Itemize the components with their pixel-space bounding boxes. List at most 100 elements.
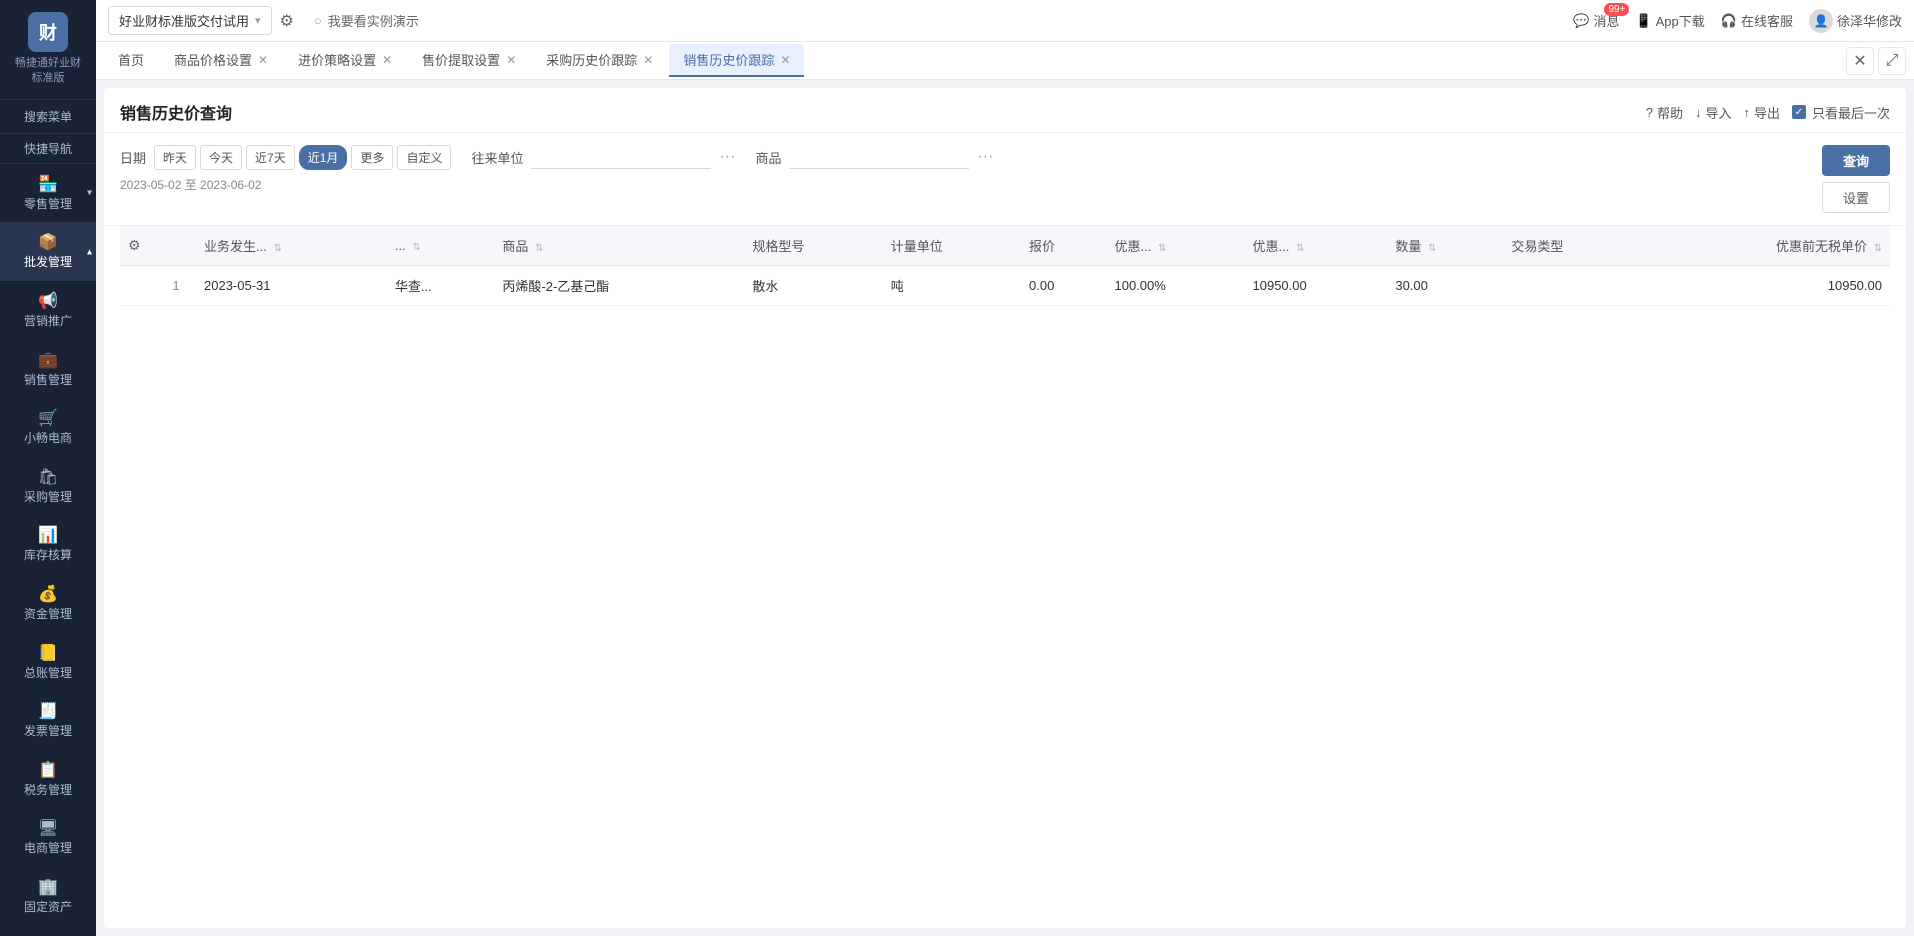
tab-price-strategy-close[interactable]: ✕ (382, 53, 392, 67)
notification-badge: 99+ (1604, 3, 1629, 16)
date-yesterday-btn[interactable]: 昨天 (154, 145, 196, 170)
date-last1m-btn[interactable]: 近1月 (299, 145, 348, 170)
col-discount-val-label: 优惠... (1253, 239, 1290, 254)
pretax-price-sort-icon[interactable]: ⇅ (1874, 243, 1882, 254)
product-sort-icon[interactable]: ⇅ (535, 243, 543, 254)
sidebar-item-tax[interactable]: 📋 税务管理 (0, 750, 96, 809)
export-button[interactable]: ↑ 导出 (1743, 103, 1780, 122)
col-biz-date-header[interactable]: 业务发生... ⇅ (196, 226, 387, 266)
sidebar-item-invoice[interactable]: 🧾 发票管理 (0, 691, 96, 750)
notification-button[interactable]: 💬 消息 99+ (1573, 11, 1619, 30)
date-filter-group: 日期 昨天 今天 近7天 近1月 更多 自定义 2023-05-02 至 202… (120, 145, 451, 193)
sidebar-item-finance[interactable]: 💰 资金管理 (0, 574, 96, 633)
source-unit-input[interactable] (531, 145, 711, 169)
col-discount-val-header[interactable]: 优惠... ⇅ (1245, 226, 1388, 266)
sidebar-item-payroll[interactable]: 💵 工资 (0, 926, 96, 936)
topbar-right: 💬 消息 99+ 📱 App下载 🎧 在线客服 👤 徐泽华修改 (1573, 9, 1902, 33)
topbar-gear-icon[interactable]: ⚙ (280, 11, 294, 31)
product-input[interactable] (789, 145, 969, 169)
col-price-header: 报价 (1021, 226, 1106, 266)
wholesale-icon: 📦 (38, 232, 58, 252)
invoice-icon: 🧾 (38, 701, 58, 721)
retail-expand-arrow: ▾ (87, 188, 92, 199)
discount-pct-sort-icon[interactable]: ⇅ (1158, 243, 1166, 254)
sidebar-item-label-invoice: 发票管理 (24, 724, 72, 740)
col-settings-header[interactable]: ⚙ (120, 226, 156, 266)
col-trans-type-header: 交易类型 (1503, 226, 1641, 266)
qty-sort-icon[interactable]: ⇅ (1428, 243, 1436, 254)
sidebar-item-wholesale[interactable]: 📦 批发管理 ▴ (0, 222, 96, 281)
more-sort-icon[interactable]: ⇅ (412, 242, 420, 253)
row-product-cell: 丙烯酸-2-乙基己酯 (494, 266, 744, 306)
date-filter-label: 日期 (120, 148, 146, 167)
online-service-button[interactable]: 🎧 在线客服 (1721, 11, 1793, 30)
ledger-icon: 📒 (38, 643, 58, 663)
app-logo-text: 畅捷通好业财 标准版 (15, 56, 81, 87)
tab-price-strategy[interactable]: 进价策略设置 ✕ (284, 44, 406, 77)
row-unit-cell: 吨 (883, 266, 1021, 306)
col-pretax-price-header[interactable]: 优惠前无税单价 ⇅ (1642, 226, 1890, 266)
import-button[interactable]: ↓ 导入 (1695, 103, 1732, 122)
date-today-btn[interactable]: 今天 (200, 145, 242, 170)
col-pretax-price-label: 优惠前无税单价 (1776, 239, 1867, 254)
row-settings-cell[interactable] (120, 266, 156, 306)
discount-val-sort-icon[interactable]: ⇅ (1296, 243, 1304, 254)
module-selector[interactable]: 好业财标准版交付试用 ▾ (108, 6, 272, 35)
tab-close-window-button[interactable]: ✕ (1846, 47, 1874, 75)
tab-home[interactable]: 首页 (104, 44, 158, 77)
tab-product-price[interactable]: 商品价格设置 ✕ (160, 44, 282, 77)
help-button[interactable]: ? 帮助 (1646, 103, 1683, 122)
source-unit-filter: 往来单位 ··· (471, 145, 735, 169)
settings-gear-icon[interactable]: ⚙ (128, 237, 141, 253)
date-custom-btn[interactable]: 自定义 (397, 145, 451, 170)
help-label: 帮助 (1657, 103, 1683, 122)
row-discount-val-cell: 10950.00 (1245, 266, 1388, 306)
import-label: 导入 (1705, 103, 1731, 122)
sidebar-item-label-wholesale: 批发管理 (24, 255, 72, 271)
product-filter: 商品 ··· (755, 145, 993, 169)
date-more-btn[interactable]: 更多 (351, 145, 393, 170)
sidebar-item-ledger[interactable]: 📒 总账管理 (0, 633, 96, 692)
tab-sales-history[interactable]: 销售历史价跟踪 ✕ (669, 44, 804, 77)
tab-purchase-history[interactable]: 采购历史价跟踪 ✕ (532, 44, 667, 77)
tab-sale-price[interactable]: 售价提取设置 ✕ (408, 44, 530, 77)
topbar-demo-link[interactable]: ○ 我要看实例演示 (314, 11, 419, 30)
tab-purchase-history-close[interactable]: ✕ (643, 53, 653, 67)
col-qty-header[interactable]: 数量 ⇅ (1387, 226, 1503, 266)
biz-date-sort-icon[interactable]: ⇅ (273, 243, 281, 254)
sidebar-search[interactable]: 搜索菜单 (0, 100, 96, 134)
sidebar-item-fixed-assets[interactable]: 🏢 固定资产 (0, 867, 96, 926)
tab-maximize-button[interactable]: ⤢ (1878, 47, 1906, 75)
last-only-checkbox[interactable]: ✓ 只看最后一次 (1792, 103, 1890, 122)
col-discount-pct-header[interactable]: 优惠... ⇅ (1106, 226, 1244, 266)
query-button[interactable]: 查询 (1822, 145, 1890, 176)
tab-sale-price-close[interactable]: ✕ (506, 53, 516, 67)
sidebar-item-ecommerce-small[interactable]: 🛒 小畅电商 (0, 398, 96, 457)
avatar: 👤 (1809, 9, 1833, 33)
settings-button[interactable]: 设置 (1822, 182, 1890, 213)
product-more-btn[interactable]: ··· (977, 148, 993, 166)
date-last7-btn[interactable]: 近7天 (246, 145, 295, 170)
sidebar-quick-nav[interactable]: 快捷导航 (0, 134, 96, 164)
tabbar-actions: ✕ ⤢ (1846, 47, 1906, 75)
source-unit-more-btn[interactable]: ··· (719, 148, 735, 166)
sidebar-item-label-ledger: 总账管理 (24, 666, 72, 682)
sidebar-item-inventory[interactable]: 📊 库存核算 (0, 515, 96, 574)
sidebar-item-purchase[interactable]: 🛍 采购管理 (0, 457, 96, 516)
tab-purchase-history-label: 采购历史价跟踪 (546, 50, 637, 69)
export-label: 导出 (1754, 103, 1780, 122)
sidebar-item-ecommerce[interactable]: 🖥 电商管理 (0, 808, 96, 867)
sidebar-item-sales[interactable]: 💼 销售管理 (0, 340, 96, 399)
col-more-header[interactable]: ... ⇅ (387, 226, 494, 266)
product-label: 商品 (755, 148, 781, 167)
sidebar-item-marketing[interactable]: 📢 营销推广 (0, 281, 96, 340)
col-product-header[interactable]: 商品 ⇅ (494, 226, 744, 266)
tab-sales-history-close[interactable]: ✕ (780, 53, 790, 67)
sidebar-item-retail[interactable]: 🏪 零售管理 ▾ (0, 164, 96, 223)
user-button[interactable]: 👤 徐泽华修改 (1809, 9, 1902, 33)
sidebar-item-label-inventory: 库存核算 (24, 548, 72, 564)
username-label: 徐泽华修改 (1837, 11, 1902, 30)
row-index-cell: 1 (156, 266, 196, 306)
app-download-button[interactable]: 📱 App下载 (1635, 11, 1704, 30)
tab-product-price-close[interactable]: ✕ (258, 53, 268, 67)
